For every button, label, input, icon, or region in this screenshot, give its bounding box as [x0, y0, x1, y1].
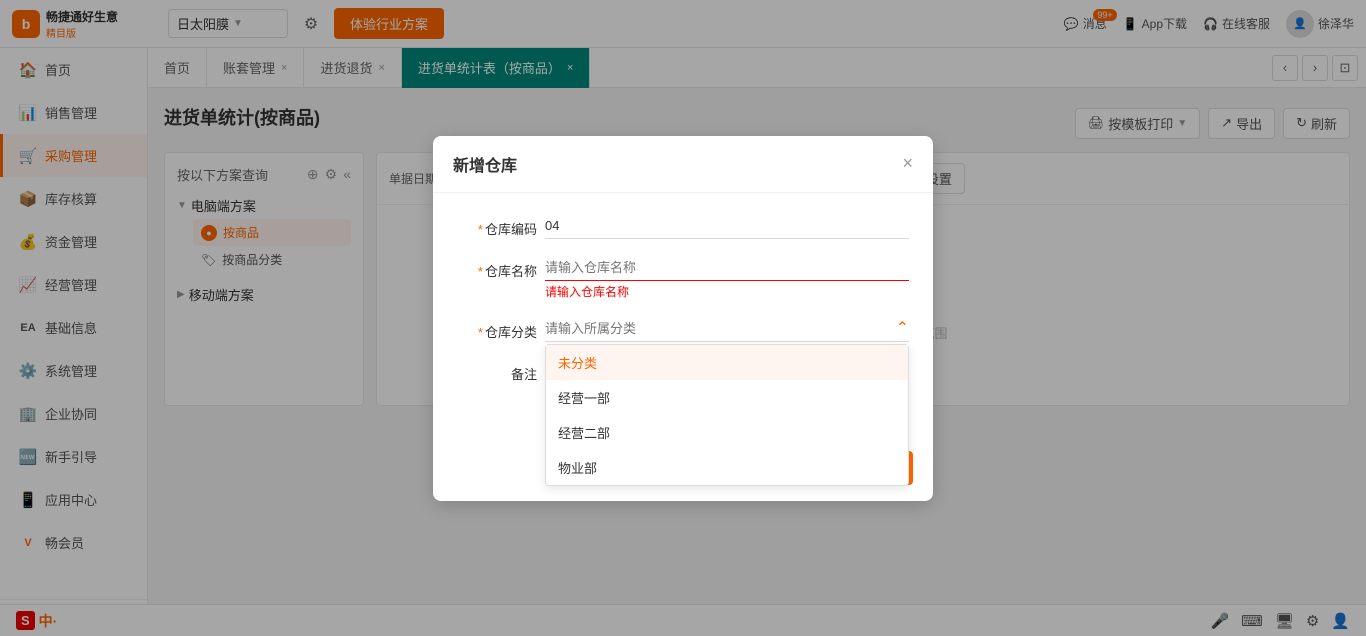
warehouse-category-label: 仓库分类: [457, 316, 537, 341]
warehouse-name-error: 请输入仓库名称: [545, 283, 909, 300]
category-select-arrow-icon[interactable]: ⌃: [896, 318, 909, 338]
dropdown-item-dept3[interactable]: 物业部: [546, 450, 908, 485]
dropdown-item-uncategorized[interactable]: 未分类: [546, 345, 908, 380]
dialog-close-icon[interactable]: ×: [902, 153, 913, 174]
category-select-input[interactable]: [545, 316, 896, 341]
category-select-wrapper: ⌃: [545, 316, 909, 342]
warehouse-name-input[interactable]: [545, 255, 909, 281]
warehouse-code-control: [545, 213, 909, 239]
warehouse-category-control: ⌃ 未分类 经营一部 经营二部 物业部: [545, 316, 909, 342]
warehouse-category-row: 仓库分类 ⌃ 未分类 经营一部 经营二部 物业部: [457, 316, 909, 342]
notes-label: 备注: [457, 358, 537, 383]
warehouse-name-label: 仓库名称: [457, 255, 537, 280]
warehouse-code-input[interactable]: [545, 213, 909, 239]
dialog-header: 新增仓库 ×: [433, 136, 933, 193]
warehouse-name-row: 仓库名称 请输入仓库名称: [457, 255, 909, 300]
dialog-title: 新增仓库: [453, 152, 517, 176]
warehouse-name-control: 请输入仓库名称: [545, 255, 909, 300]
modal-overlay[interactable]: 新增仓库 × 仓库编码 仓库名称 请输入仓库名称 仓库分类: [0, 0, 1366, 636]
category-dropdown: 未分类 经营一部 经营二部 物业部: [545, 344, 909, 486]
dialog-body: 仓库编码 仓库名称 请输入仓库名称 仓库分类 ⌃: [433, 193, 933, 443]
warehouse-code-row: 仓库编码: [457, 213, 909, 239]
dropdown-item-dept2[interactable]: 经营二部: [546, 415, 908, 450]
add-warehouse-dialog: 新增仓库 × 仓库编码 仓库名称 请输入仓库名称 仓库分类: [433, 136, 933, 501]
warehouse-code-label: 仓库编码: [457, 213, 537, 238]
dropdown-item-dept1[interactable]: 经营一部: [546, 380, 908, 415]
